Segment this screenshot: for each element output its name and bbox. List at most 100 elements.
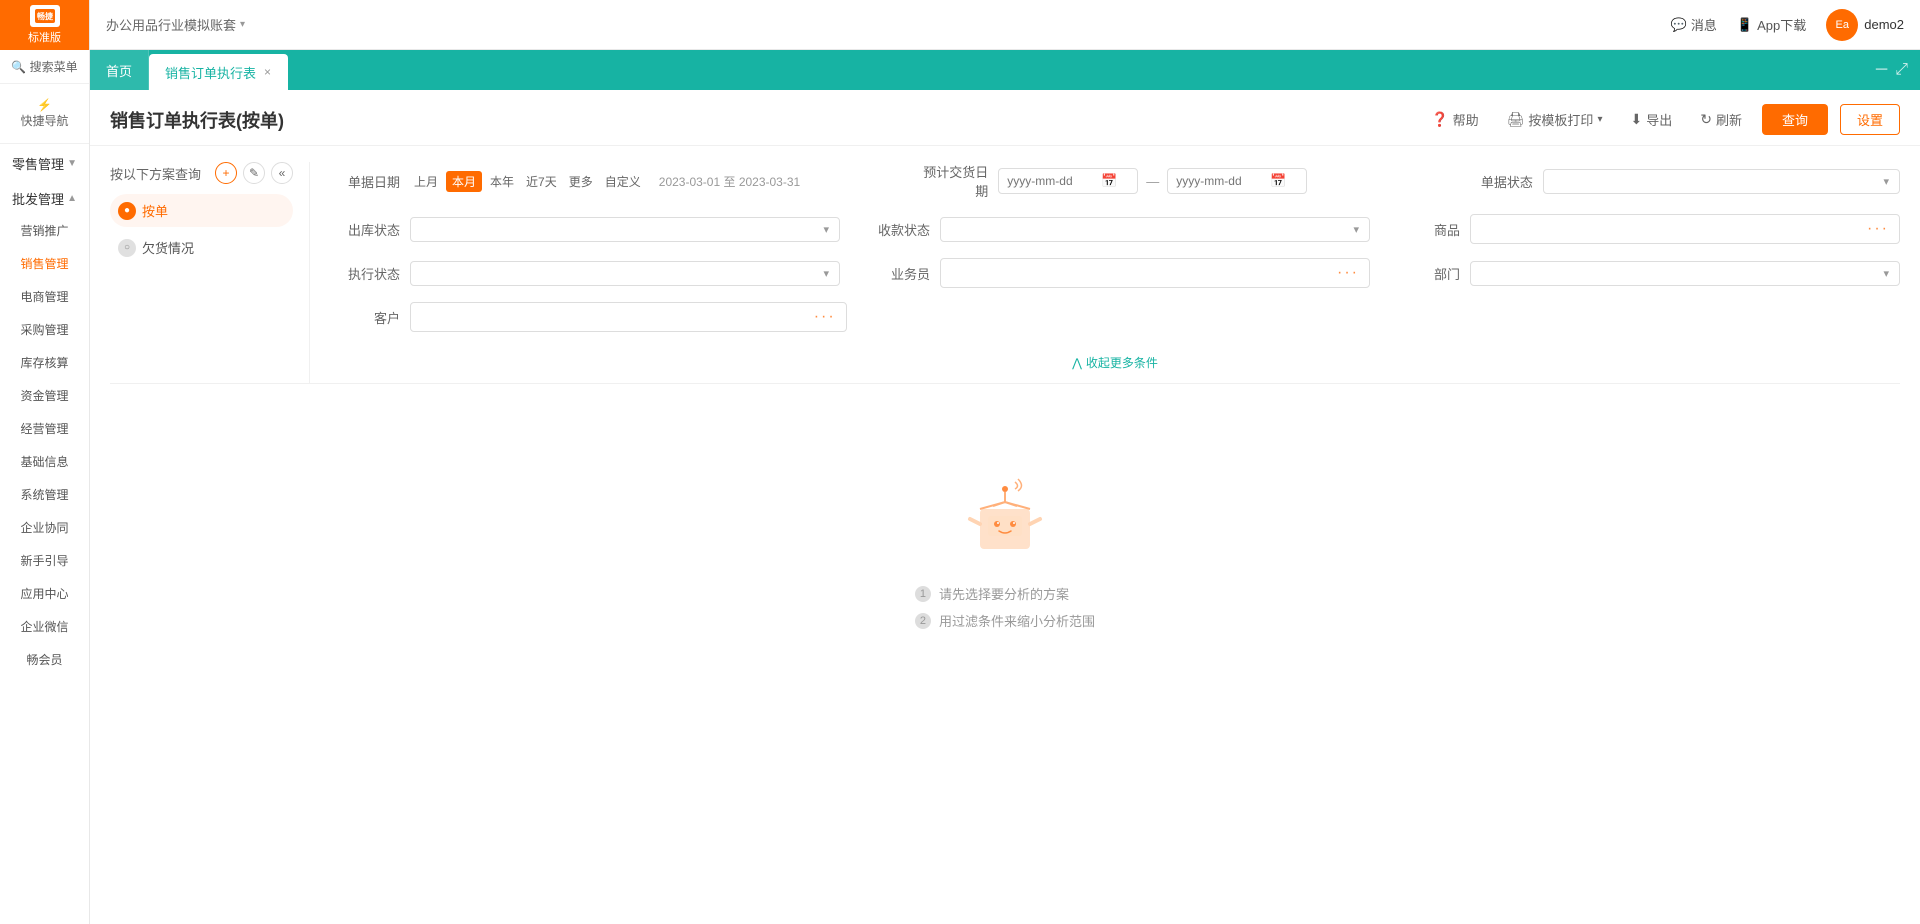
filter-col-product: 商品 ··· — [1390, 214, 1900, 244]
date-dash: — — [1146, 174, 1159, 189]
logo-label: 标准版 — [28, 29, 61, 45]
filter-col-doc-status: 单据状态 ▾ — [1463, 169, 1900, 194]
doc-status-select[interactable]: ▾ — [1543, 169, 1900, 194]
calendar-to-icon: 📅 — [1270, 173, 1286, 189]
content-area: 销售订单执行表(按单) ❓ 帮助 🖨 按模板打印 ▾ ⬇ 导出 — [90, 90, 1920, 924]
empty-step-2-num: 2 — [915, 613, 931, 629]
sidebar-group-retail[interactable]: 零售管理 ▼ — [0, 144, 89, 179]
salesperson-input[interactable]: ··· — [940, 258, 1370, 288]
filter-scheme-panel: 按以下方案查询 + ✎ « ● 按单 ○ 欠货情况 — [110, 162, 310, 383]
sidebar-item-member[interactable]: 畅会员 — [0, 643, 89, 676]
sidebar-quick-nav: ⚡ 快捷导航 — [0, 84, 89, 144]
doc-status-chevron-icon: ▾ — [1883, 175, 1889, 188]
filter-col-exec-status: 执行状态 ▾ — [330, 261, 840, 286]
sidebar-item-appstore[interactable]: 应用中心 — [0, 577, 89, 610]
tab-minimize-icon[interactable]: ─ — [1876, 61, 1887, 79]
page-title: 销售订单执行表(按单) — [110, 107, 284, 133]
filter-row-3: 执行状态 ▾ 业务员 ··· — [330, 258, 1900, 288]
sidebar-item-newbie[interactable]: 新手引导 — [0, 544, 89, 577]
date-tab-prev-month[interactable]: 上月 — [410, 171, 442, 192]
customer-label: 客户 — [330, 308, 410, 327]
collapse-scheme-btn[interactable]: « — [271, 162, 293, 184]
help-btn[interactable]: ❓ 帮助 — [1423, 106, 1486, 133]
date-tab-more[interactable]: 更多 — [565, 171, 597, 192]
tab-home[interactable]: 首页 — [90, 50, 149, 90]
topbar: 办公用品行业模拟账套 ▾ 💬 消息 📱 App下载 Ea demo2 — [90, 0, 1920, 50]
sidebar-item-finance[interactable]: 资金管理 — [0, 379, 89, 412]
query-btn[interactable]: 查询 — [1762, 104, 1828, 135]
product-input[interactable]: ··· — [1470, 214, 1900, 244]
svg-text:畅捷: 畅捷 — [37, 11, 54, 21]
sidebar-item-wecom[interactable]: 企业微信 — [0, 610, 89, 643]
date-range-text: 2023-03-01 至 2023-03-31 — [659, 173, 800, 190]
sidebar-item-system[interactable]: 系统管理 — [0, 478, 89, 511]
empty-step-1-num: 1 — [915, 586, 931, 602]
expected-date-from-input[interactable]: 📅 — [998, 168, 1138, 194]
chevron-up-icon: ▲ — [67, 193, 77, 204]
tab-close-icon[interactable]: × — [264, 65, 271, 79]
tab-maximize-icon[interactable]: ⤢ — [1895, 61, 1908, 79]
template-print-chevron-icon: ▾ — [1597, 114, 1602, 125]
print-icon: 🖨 — [1507, 111, 1525, 128]
app-download-btn[interactable]: 📱 App下载 — [1737, 15, 1806, 34]
page-container: 销售订单执行表(按单) ❓ 帮助 🖨 按模板打印 ▾ ⬇ 导出 — [90, 90, 1920, 924]
filter-panel: 按以下方案查询 + ✎ « ● 按单 ○ 欠货情况 — [90, 146, 1920, 383]
sidebar-search-btn[interactable]: 🔍 搜索菜单 — [0, 50, 89, 84]
exec-status-select[interactable]: ▾ — [410, 261, 840, 286]
expected-date-to-field[interactable] — [1176, 174, 1266, 188]
date-tab-this-year[interactable]: 本年 — [486, 171, 518, 192]
collapse-bar[interactable]: ⋀ 收起更多条件 — [330, 346, 1900, 383]
sidebar-menu-group: 零售管理 ▼ 批发管理 ▲ 营销推广 销售管理 电商管理 采购管理 库存核算 资… — [0, 144, 89, 924]
collection-status-select[interactable]: ▾ — [940, 217, 1370, 242]
add-scheme-btn[interactable]: + — [215, 162, 237, 184]
sidebar-item-basic[interactable]: 基础信息 — [0, 445, 89, 478]
breadcrumb-chevron-icon: ▾ — [240, 19, 245, 30]
sidebar-item-operations[interactable]: 经营管理 — [0, 412, 89, 445]
tabbar-actions: ─ ⤢ — [1876, 61, 1920, 79]
sidebar-item-sales[interactable]: 销售管理 — [0, 247, 89, 280]
calendar-from-icon: 📅 — [1101, 173, 1117, 189]
message-icon: 💬 — [1671, 17, 1687, 33]
message-btn[interactable]: 💬 消息 — [1671, 15, 1717, 34]
customer-input[interactable]: ··· — [410, 302, 847, 332]
user-menu[interactable]: Ea demo2 — [1826, 9, 1904, 41]
sidebar-item-marketing[interactable]: 营销推广 — [0, 214, 89, 247]
filter-col-customer: 客户 ··· — [330, 302, 847, 332]
out-status-select[interactable]: ▾ — [410, 217, 840, 242]
expected-date-to-input[interactable]: 📅 — [1167, 168, 1307, 194]
date-tab-custom[interactable]: 自定义 — [601, 171, 645, 192]
out-status-chevron-icon: ▾ — [823, 223, 829, 236]
logo-icon: 畅捷 — [30, 5, 60, 27]
sidebar-item-quick-nav[interactable]: ⚡ 快捷导航 — [0, 90, 89, 137]
out-status-label: 出库状态 — [330, 220, 410, 239]
sidebar-item-enterprise[interactable]: 企业协同 — [0, 511, 89, 544]
tab-sales-order-exec[interactable]: 销售订单执行表 × — [149, 54, 288, 90]
page-header: 销售订单执行表(按单) ❓ 帮助 🖨 按模板打印 ▾ ⬇ 导出 — [90, 90, 1920, 146]
sidebar-item-ecommerce[interactable]: 电商管理 — [0, 280, 89, 313]
filter-row-2: 出库状态 ▾ 收款状态 ▾ — [330, 214, 1900, 244]
dept-select[interactable]: ▾ — [1470, 261, 1900, 286]
export-btn[interactable]: ⬇ 导出 — [1622, 106, 1680, 133]
date-tab-last7[interactable]: 近7天 — [522, 171, 561, 192]
collapse-up-icon: ⋀ — [1072, 356, 1082, 370]
empty-illustration — [955, 464, 1055, 564]
filter-row-4: 客户 ··· — [330, 302, 1900, 332]
date-tab-this-month[interactable]: 本月 — [446, 171, 482, 192]
filter-col-out-status: 出库状态 ▾ — [330, 217, 840, 242]
sidebar-logo: 畅捷 标准版 — [0, 0, 89, 50]
template-print-btn[interactable]: 🖨 按模板打印 ▾ — [1499, 106, 1611, 133]
sidebar-group-wholesale[interactable]: 批发管理 ▲ — [0, 179, 89, 214]
scheme-item-shortage[interactable]: ○ 欠货情况 — [110, 231, 293, 264]
expected-date-from-field[interactable] — [1007, 174, 1097, 188]
export-icon: ⬇ — [1630, 111, 1642, 128]
breadcrumb: 办公用品行业模拟账套 ▾ — [106, 15, 245, 34]
sidebar: 畅捷 标准版 🔍 搜索菜单 ⚡ 快捷导航 零售管理 ▼ 批发管理 ▲ 营销推广 … — [0, 0, 90, 924]
sidebar-item-purchase[interactable]: 采购管理 — [0, 313, 89, 346]
scheme-item-by-order[interactable]: ● 按单 — [110, 194, 293, 227]
edit-scheme-btn[interactable]: ✎ — [243, 162, 265, 184]
sidebar-item-inventory[interactable]: 库存核算 — [0, 346, 89, 379]
filter-col-salesperson: 业务员 ··· — [860, 258, 1370, 288]
settings-btn[interactable]: 设置 — [1840, 104, 1900, 135]
salesperson-label: 业务员 — [860, 264, 940, 283]
refresh-btn[interactable]: ↻ 刷新 — [1692, 106, 1750, 133]
